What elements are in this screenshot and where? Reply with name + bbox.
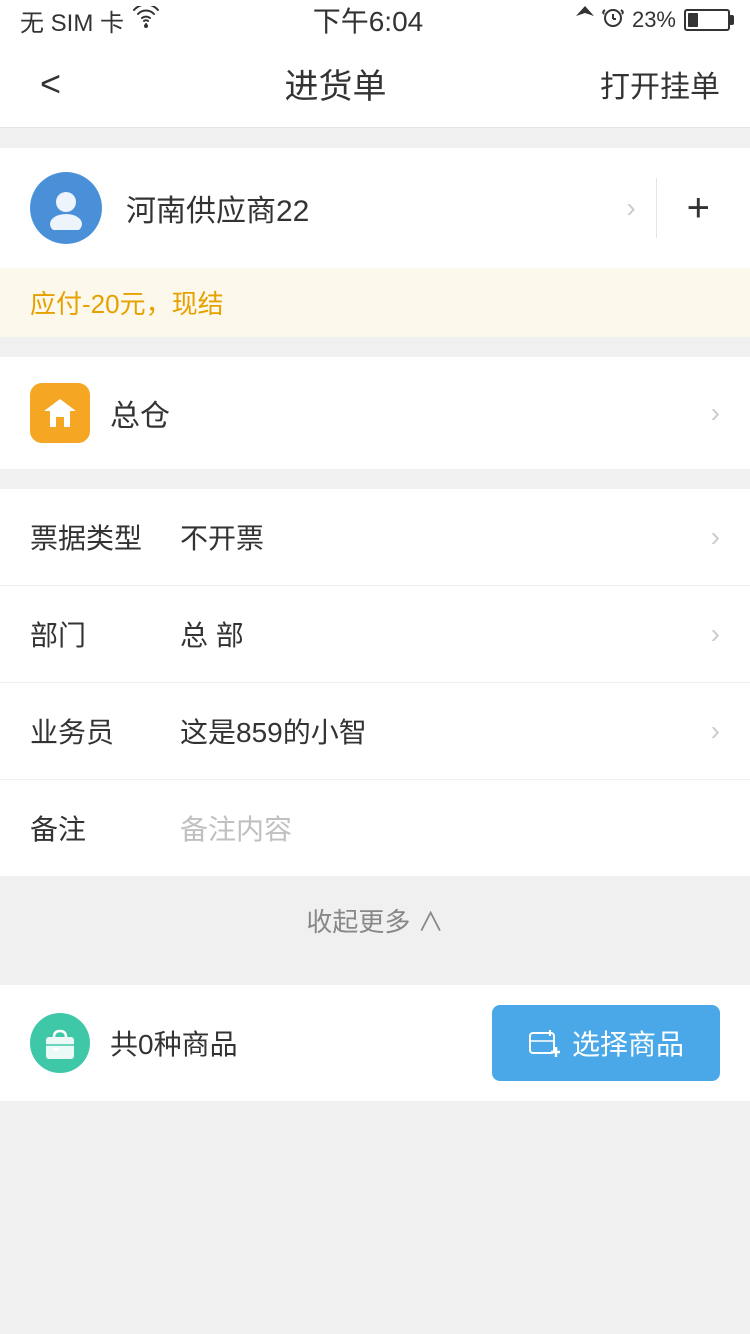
main-content: 河南供应商22 › + 应付-20元，现结 总仓 › 票据类型	[0, 148, 750, 1101]
supplier-card: 河南供应商22 › + 应付-20元，现结	[0, 148, 750, 337]
remark-row[interactable]: 备注 备注内容	[0, 780, 750, 876]
select-product-button[interactable]: 选择商品	[492, 1005, 720, 1081]
dept-value: 总 部	[150, 614, 711, 654]
location-icon	[576, 6, 594, 34]
battery-percent: 23%	[632, 7, 676, 33]
warehouse-row[interactable]: 总仓 ›	[0, 357, 750, 469]
back-button[interactable]: <	[30, 53, 71, 115]
invoice-value: 不开票	[150, 517, 711, 557]
nav-bar: < 进货单 打开挂单	[0, 40, 750, 128]
dept-chevron-icon: ›	[711, 618, 720, 650]
sales-row[interactable]: 业务员 这是859的小智 ›	[0, 683, 750, 780]
remark-input[interactable]: 备注内容	[150, 808, 720, 848]
sales-label: 业务员	[30, 711, 150, 751]
form-section: 票据类型 不开票 › 部门 总 部 › 业务员 这是859的小智 › 备注 备注…	[0, 489, 750, 876]
add-supplier-button[interactable]: +	[677, 186, 720, 231]
status-bar: 无 SIM 卡 下午6:04 23%	[0, 0, 750, 40]
warehouse-section: 总仓 ›	[0, 357, 750, 469]
sales-chevron-icon: ›	[711, 715, 720, 747]
select-product-label: 选择商品	[572, 1023, 684, 1063]
collapse-row[interactable]: 收起更多 ∧	[0, 876, 750, 965]
status-right: 23%	[576, 6, 730, 34]
notice-text: 应付-20元，现结	[30, 289, 224, 319]
remark-label: 备注	[30, 808, 150, 848]
status-carrier: 无 SIM 卡	[20, 3, 160, 38]
alarm-icon	[602, 6, 624, 34]
collapse-label: 收起更多 ∧	[306, 907, 443, 937]
wifi-icon	[132, 6, 160, 35]
supplier-name: 河南供应商22	[126, 186, 626, 230]
product-icon-wrap	[30, 1013, 90, 1073]
dept-row[interactable]: 部门 总 部 ›	[0, 586, 750, 683]
divider	[656, 178, 657, 238]
dept-label: 部门	[30, 614, 150, 654]
shopping-bag-icon	[42, 1025, 78, 1061]
invoice-chevron-icon: ›	[711, 521, 720, 553]
supplier-row[interactable]: 河南供应商22 › +	[0, 148, 750, 268]
page-title: 进货单	[285, 59, 387, 108]
product-count: 共0种商品	[110, 1023, 492, 1063]
carrier-text: 无 SIM 卡	[20, 3, 124, 38]
sales-value: 这是859的小智	[150, 711, 711, 751]
status-time: 下午6:04	[313, 0, 424, 40]
select-product-icon	[528, 1029, 560, 1057]
avatar-person-icon	[30, 172, 102, 244]
bottom-bar: 共0种商品 选择商品	[0, 985, 750, 1101]
invoice-label: 票据类型	[30, 517, 150, 557]
warehouse-name: 总仓	[110, 391, 711, 435]
supplier-avatar	[30, 172, 102, 244]
warehouse-chevron-icon: ›	[711, 397, 720, 429]
supplier-chevron-icon: ›	[626, 192, 635, 224]
supplier-notice: 应付-20元，现结	[0, 268, 750, 337]
invoice-row[interactable]: 票据类型 不开票 ›	[0, 489, 750, 586]
battery-icon	[684, 9, 730, 31]
warehouse-icon	[30, 383, 90, 443]
open-pending-button[interactable]: 打开挂单	[600, 62, 720, 106]
